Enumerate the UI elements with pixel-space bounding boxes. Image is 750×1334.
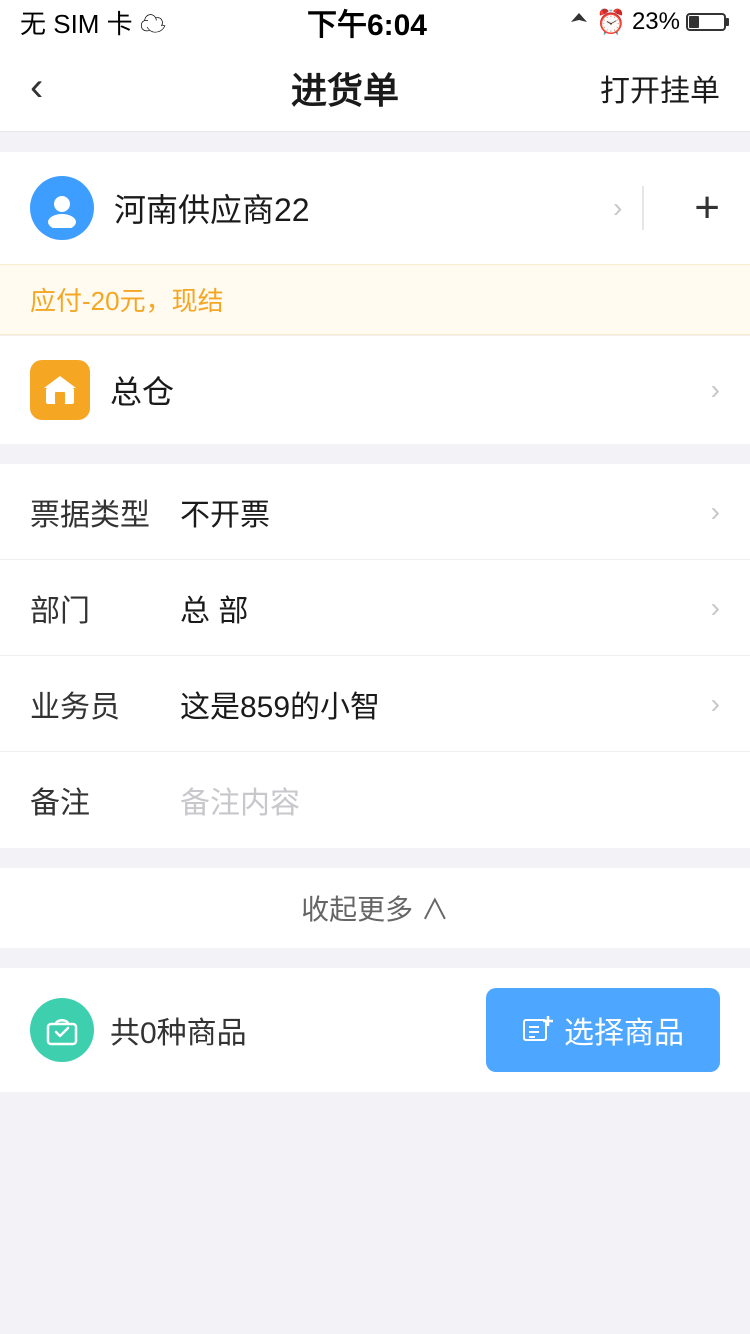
back-button[interactable]: ‹	[30, 65, 90, 110]
collapse-label: 收起更多 ∧	[301, 888, 449, 928]
page-title: 进货单	[291, 62, 399, 114]
add-supplier-button[interactable]: +	[694, 186, 720, 230]
form-section: 票据类型 不开票 › 部门 总 部 › 业务员 这是859的小智 › 备注 备注…	[0, 464, 750, 848]
salesperson-value: 这是859的小智	[180, 682, 711, 726]
battery-text: 23%	[632, 8, 680, 36]
status-time: 下午6:04	[307, 0, 427, 44]
supplier-divider	[642, 186, 644, 230]
sim-signal: 无 SIM 卡 ☁	[20, 4, 166, 41]
invoice-type-label: 票据类型	[30, 490, 150, 534]
main-content: 河南供应商22 › + 应付-20元，现结 总仓 › 票据类型 不开票	[0, 132, 750, 1334]
product-count-area: 共0种商品	[30, 998, 247, 1062]
warehouse-chevron-icon: ›	[711, 374, 720, 406]
invoice-type-row[interactable]: 票据类型 不开票 ›	[0, 464, 750, 560]
supplier-chevron-icon: ›	[613, 192, 622, 224]
product-count-text: 共0种商品	[110, 1008, 247, 1052]
department-row[interactable]: 部门 总 部 ›	[0, 560, 750, 656]
department-value: 总 部	[180, 586, 711, 630]
invoice-type-chevron-icon: ›	[711, 496, 720, 528]
department-label: 部门	[30, 586, 150, 630]
remark-label: 备注	[30, 778, 150, 822]
supplier-row[interactable]: 河南供应商22 › +	[0, 152, 750, 264]
open-pending-button[interactable]: 打开挂单	[600, 66, 720, 110]
section-gap-1	[0, 132, 750, 152]
remark-input[interactable]: 备注内容	[180, 778, 720, 822]
salesperson-label: 业务员	[30, 682, 150, 726]
warehouse-name: 总仓	[110, 367, 711, 413]
alarm-icon: ⏰	[596, 8, 626, 37]
remark-row[interactable]: 备注 备注内容	[0, 752, 750, 848]
status-right: ⏰ 23%	[568, 8, 730, 37]
select-product-label: 选择商品	[564, 1008, 684, 1052]
invoice-type-value: 不开票	[180, 490, 711, 534]
supplier-avatar	[30, 176, 94, 240]
department-chevron-icon: ›	[711, 592, 720, 624]
status-left: 无 SIM 卡 ☁	[20, 4, 166, 41]
supplier-section: 河南供应商22 › + 应付-20元，现结 总仓 ›	[0, 152, 750, 444]
salesperson-chevron-icon: ›	[711, 688, 720, 720]
battery-icon	[686, 11, 730, 33]
warehouse-row[interactable]: 总仓 ›	[0, 335, 750, 444]
bottom-bar: 共0种商品 选择商品	[0, 968, 750, 1092]
status-bar: 无 SIM 卡 ☁ 下午6:04 ⏰ 23%	[0, 0, 750, 44]
collapse-row[interactable]: 收起更多 ∧	[0, 868, 750, 948]
salesperson-row[interactable]: 业务员 这是859的小智 ›	[0, 656, 750, 752]
product-icon	[30, 998, 94, 1062]
location-icon	[568, 11, 590, 33]
supplier-name: 河南供应商22	[114, 185, 613, 231]
select-product-button[interactable]: 选择商品	[486, 988, 720, 1072]
nav-bar: ‹ 进货单 打开挂单	[0, 44, 750, 132]
warehouse-icon	[30, 360, 90, 420]
notice-banner: 应付-20元，现结	[0, 264, 750, 335]
